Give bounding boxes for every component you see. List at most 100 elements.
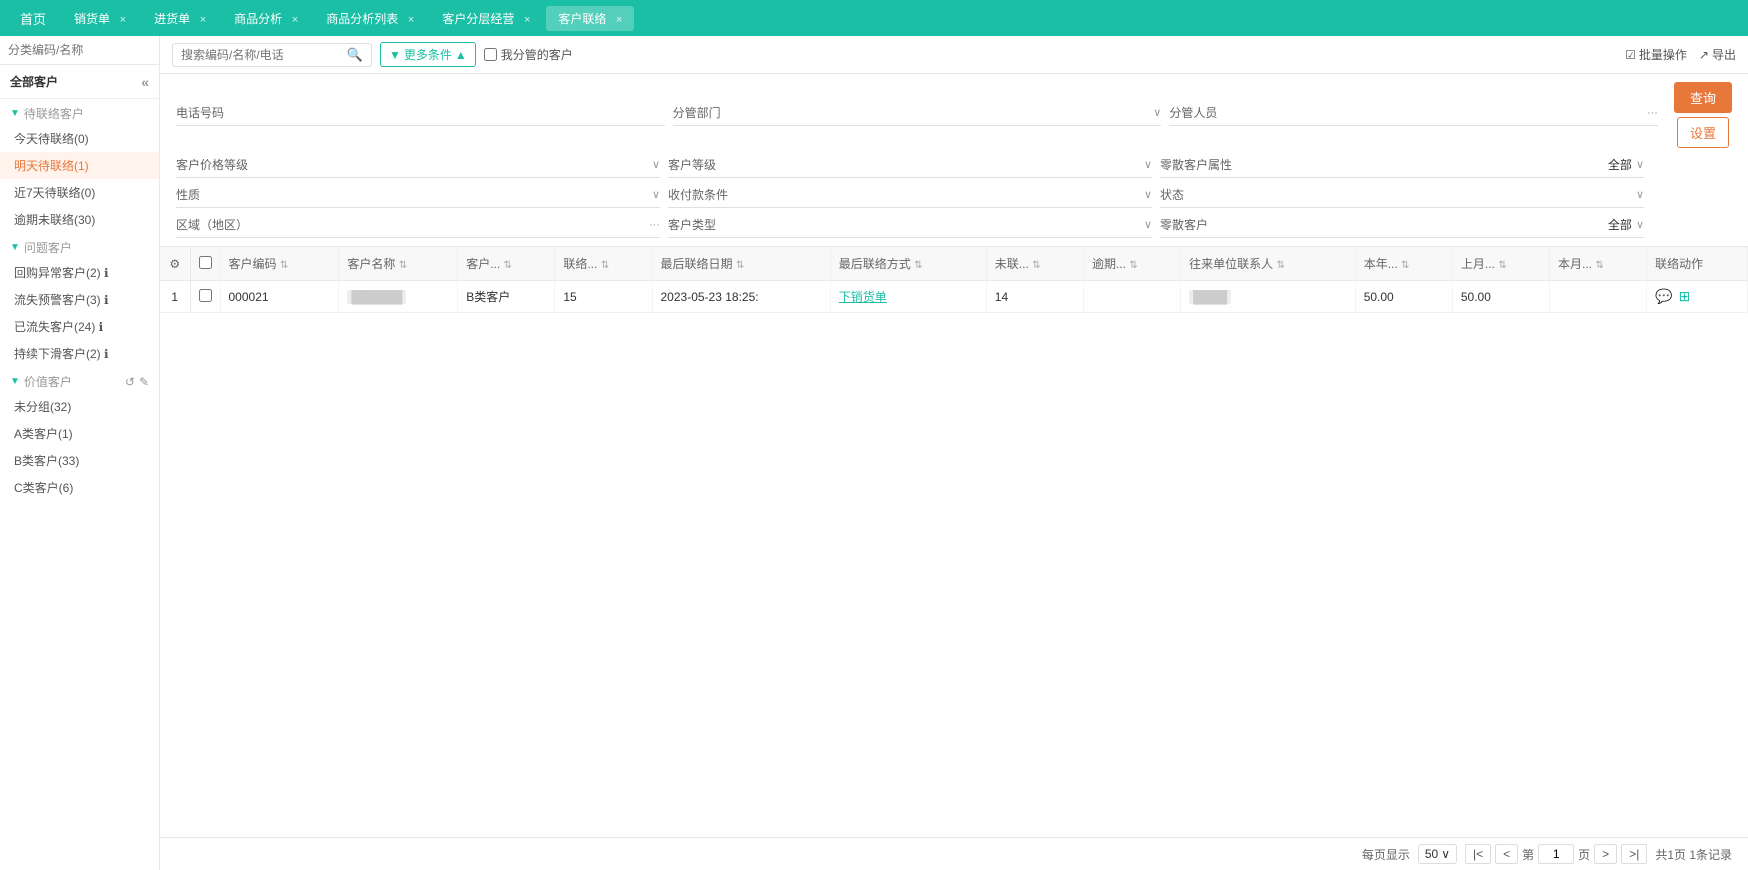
sidebar-item-7days[interactable]: 近7天待联络(0): [0, 179, 159, 206]
sidebar-item-overdue[interactable]: 逾期未联络(30): [0, 206, 159, 233]
sidebar-item-tomorrow[interactable]: 明天待联络(1): [0, 152, 159, 179]
close-contact-icon[interactable]: ×: [616, 14, 622, 26]
all-customers-header[interactable]: 全部客户 «: [0, 65, 159, 99]
sort-name-icon[interactable]: ⇅: [399, 260, 407, 271]
filter-manager-select[interactable]: ···: [1235, 107, 1658, 119]
filter-region-select[interactable]: ···: [254, 219, 660, 231]
col-customer-code: 客户编码 ⇅: [220, 247, 339, 281]
col-no-contact: 未联... ⇅: [986, 247, 1083, 281]
filter-retail-select[interactable]: 全部 ∨: [1238, 156, 1644, 173]
batch-ops-btn[interactable]: ☑ 批量操作: [1625, 46, 1687, 63]
filter-payment-label: 收付款条件: [668, 186, 728, 203]
manager-more-icon[interactable]: ···: [1647, 107, 1658, 119]
grid-icon[interactable]: ⊞: [1679, 288, 1691, 305]
next-page-btn[interactable]: >: [1594, 844, 1617, 864]
sidebar-search-input[interactable]: [8, 43, 160, 57]
filter-region-label: 区域（地区）: [176, 216, 248, 233]
nav-product-analysis[interactable]: 商品分析 ×: [222, 6, 310, 31]
per-page-label: 每页显示: [1362, 846, 1410, 863]
sort-contact-icon[interactable]: ⇅: [601, 260, 609, 271]
search-submit-icon[interactable]: 🔍: [347, 47, 363, 63]
status-arrow-icon: ∨: [1636, 188, 1644, 201]
row-last-month: 50.00: [1452, 281, 1549, 313]
close-purchase-icon[interactable]: ×: [200, 14, 206, 26]
nav-customer-contact[interactable]: 客户联络 ×: [546, 6, 634, 31]
my-customers-checkbox[interactable]: [484, 48, 497, 61]
page-label: 第: [1522, 846, 1534, 863]
filter-price-select[interactable]: ∨: [254, 158, 660, 171]
search-input[interactable]: [181, 48, 347, 62]
nav-product-analysis-list[interactable]: 商品分析列表 ×: [314, 6, 426, 31]
refresh-icon[interactable]: ↺: [125, 375, 135, 389]
filter-manager-label: 分管人员: [1169, 104, 1229, 121]
sidebar-item-ungrouped[interactable]: 未分组(32): [0, 393, 159, 420]
sidebar-item-c-class[interactable]: C类客户(6): [0, 474, 159, 501]
filter-type-select[interactable]: ∨: [734, 218, 1152, 231]
row-actions: 💬 ⊞: [1647, 281, 1748, 313]
collapse-icon[interactable]: «: [141, 74, 149, 90]
sort-overdue-icon[interactable]: ⇅: [1129, 260, 1137, 271]
page-size-select[interactable]: 50 ∨: [1418, 844, 1457, 864]
sidebar-item-today[interactable]: 今天待联络(0): [0, 125, 159, 152]
export-btn[interactable]: ↗ 导出: [1699, 46, 1736, 63]
filter-retail-customer-select[interactable]: 全部 ∨: [1226, 216, 1644, 233]
first-page-btn[interactable]: |<: [1465, 844, 1491, 864]
my-customers-check[interactable]: 我分管的客户: [484, 46, 573, 63]
close-product-list-icon[interactable]: ×: [408, 14, 414, 26]
close-product-analysis-icon[interactable]: ×: [292, 14, 298, 26]
query-btn[interactable]: 查询: [1674, 82, 1732, 113]
sort-lastmonth-icon[interactable]: ⇅: [1498, 260, 1506, 271]
sort-unit-icon[interactable]: ⇅: [1276, 260, 1284, 271]
sidebar-item-b-class[interactable]: B类客户(33): [0, 447, 159, 474]
sort-code-icon[interactable]: ⇅: [280, 260, 288, 271]
region-more-icon[interactable]: ···: [649, 219, 660, 231]
filter-nature-select[interactable]: ∨: [242, 188, 660, 201]
retail-arrow-icon: ∨: [1636, 158, 1644, 171]
col-last-contact-method: 最后联络方式 ⇅: [830, 247, 986, 281]
setting-btn[interactable]: 设置: [1677, 117, 1729, 148]
filter-level-select[interactable]: ∨: [734, 158, 1152, 171]
col-this-year: 本年... ⇅: [1355, 247, 1452, 281]
retail-customer-arrow-icon: ∨: [1636, 218, 1644, 231]
row-checkbox[interactable]: [199, 289, 212, 302]
sort-method-icon[interactable]: ⇅: [914, 260, 922, 271]
more-conditions-btn[interactable]: ▼ 更多条件 ▲: [380, 42, 476, 67]
total-label: 共1页 1条记录: [1655, 846, 1732, 863]
filter-status-select[interactable]: ∨: [1226, 188, 1644, 201]
sidebar-item-churned[interactable]: 已流失客户(24) ℹ: [0, 313, 159, 340]
close-segment-icon[interactable]: ×: [524, 14, 530, 26]
select-all-checkbox[interactable]: [199, 256, 212, 269]
filter-nature: 性质 ∨: [176, 186, 660, 208]
nav-home[interactable]: 首页: [8, 5, 58, 32]
all-customers-label: 全部客户: [10, 73, 58, 90]
sort-thismonth-icon[interactable]: ⇅: [1595, 260, 1603, 271]
col-this-month: 本月... ⇅: [1550, 247, 1647, 281]
col-settings[interactable]: ⚙: [160, 247, 190, 281]
last-page-btn[interactable]: >|: [1621, 844, 1647, 864]
sidebar-item-a-class[interactable]: A类客户(1): [0, 420, 159, 447]
filter-dept-select[interactable]: ∨: [739, 106, 1162, 119]
sidebar-item-declining[interactable]: 持续下滑客户(2) ℹ: [0, 340, 159, 367]
main-content: 🔍 ▼ 更多条件 ▲ 我分管的客户 ☑ 批量操作 ↗ 导出: [160, 36, 1748, 870]
sidebar-item-churn-warning[interactable]: 流失预警客户(3) ℹ: [0, 286, 159, 313]
page-suffix: 页: [1578, 846, 1590, 863]
toolbar: 🔍 ▼ 更多条件 ▲ 我分管的客户 ☑ 批量操作 ↗ 导出: [160, 36, 1748, 74]
nav-customer-segment[interactable]: 客户分层经营 ×: [430, 6, 542, 31]
nav-purchase[interactable]: 进货单 ×: [142, 6, 218, 31]
message-icon[interactable]: 💬: [1655, 288, 1672, 305]
edit-icon[interactable]: ✎: [139, 375, 149, 389]
nav-sales[interactable]: 销货单 ×: [62, 6, 138, 31]
filter-payment-select[interactable]: ∨: [734, 188, 1152, 201]
col-checkbox[interactable]: [190, 247, 220, 281]
sidebar: 🔍 全部客户 « ▼ 待联络客户 今天待联络(0) 明天待联络(1) 近7天待联…: [0, 36, 160, 870]
filter-phone-input[interactable]: [242, 106, 665, 120]
prev-page-btn[interactable]: <: [1495, 844, 1518, 864]
contact-method-link[interactable]: 下销货单: [839, 290, 887, 304]
sort-nocontact-icon[interactable]: ⇅: [1032, 260, 1040, 271]
sort-type-icon[interactable]: ⇅: [504, 260, 512, 271]
sort-year-icon[interactable]: ⇅: [1401, 260, 1409, 271]
sidebar-item-repurchase[interactable]: 回购异常客户(2) ℹ: [0, 259, 159, 286]
sort-date-icon[interactable]: ⇅: [736, 260, 744, 271]
close-sales-icon[interactable]: ×: [120, 14, 126, 26]
page-input[interactable]: [1538, 844, 1574, 864]
